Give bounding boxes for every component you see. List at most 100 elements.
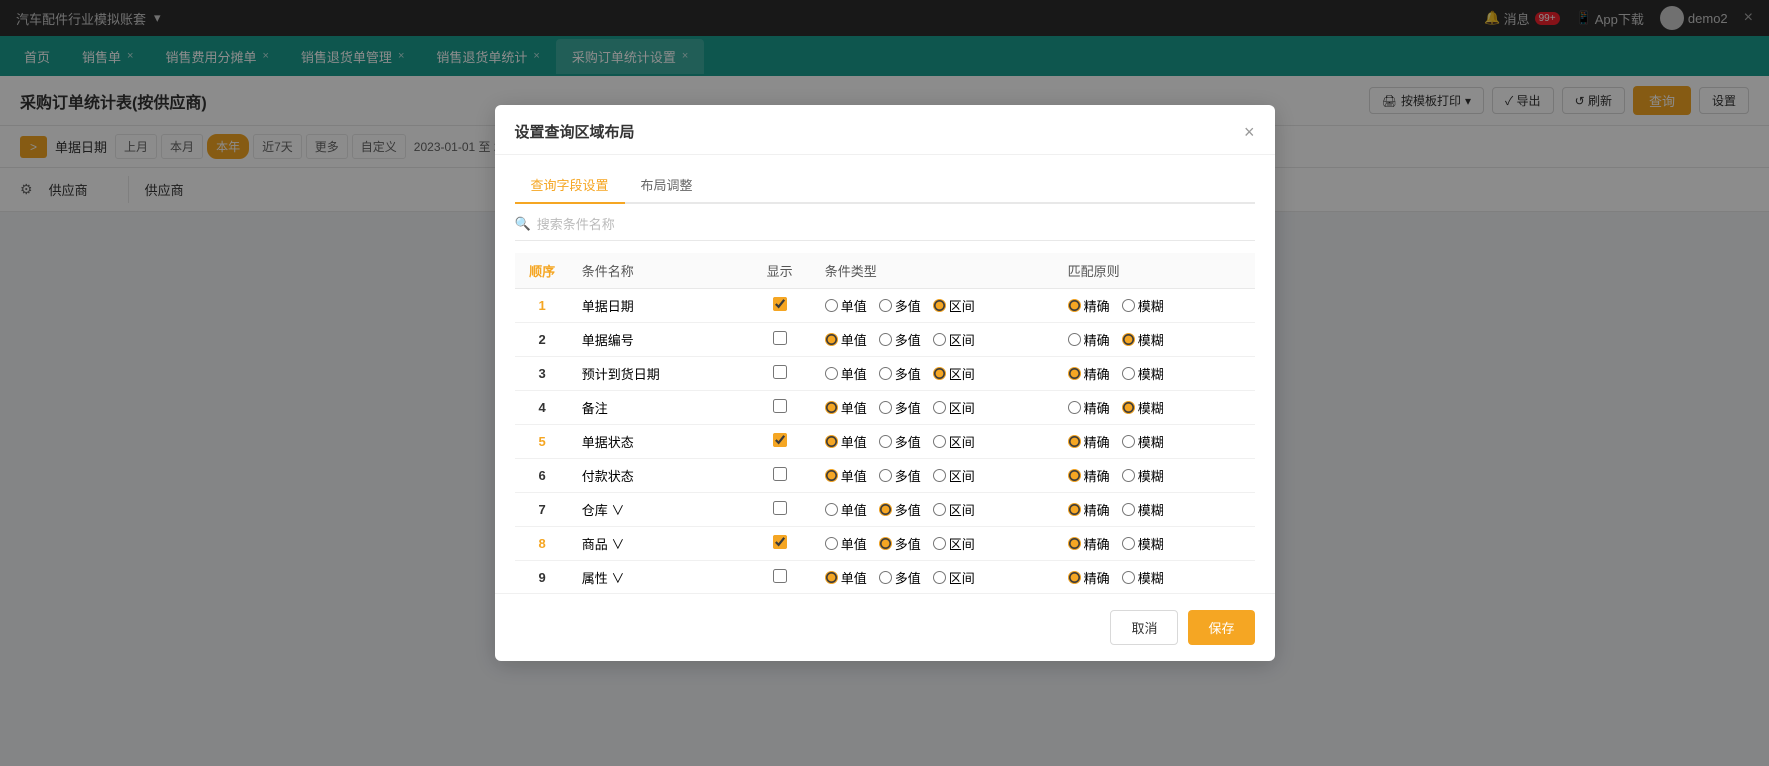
modal-close-button[interactable]: × [1244, 123, 1255, 141]
row-order: 8 [515, 527, 570, 561]
display-checkbox[interactable] [773, 399, 787, 413]
match-radio-item[interactable]: 模糊 [1122, 500, 1164, 519]
type-radio-item[interactable]: 区间 [933, 330, 975, 349]
match-radio-item[interactable]: 模糊 [1122, 296, 1164, 315]
row-display [746, 323, 812, 357]
row-name: 单据状态 [570, 425, 747, 459]
match-radio-item[interactable]: 模糊 [1122, 466, 1164, 485]
search-input[interactable] [537, 217, 1255, 232]
row-display [746, 289, 812, 323]
row-name: 仓库 ∨ [570, 493, 747, 527]
tab-query-fields[interactable]: 查询字段设置 [515, 167, 625, 204]
display-checkbox[interactable] [773, 467, 787, 481]
match-radio-item[interactable]: 模糊 [1122, 534, 1164, 553]
row-display [746, 459, 812, 493]
display-checkbox[interactable] [773, 569, 787, 583]
row-display [746, 527, 812, 561]
type-radio-item[interactable]: 多值 [879, 534, 921, 553]
row-name: 单据日期 [570, 289, 747, 323]
type-radio-item[interactable]: 单值 [825, 568, 867, 587]
tab-layout[interactable]: 布局调整 [625, 167, 709, 204]
row-display [746, 493, 812, 527]
row-order: 7 [515, 493, 570, 527]
match-radio-item[interactable]: 精确 [1068, 364, 1110, 383]
table-row: 7仓库 ∨ 单值多值区间 精确模糊 [515, 493, 1255, 527]
row-order: 9 [515, 561, 570, 594]
type-radio-item[interactable]: 单值 [825, 364, 867, 383]
row-name: 单据编号 [570, 323, 747, 357]
cancel-button[interactable]: 取消 [1110, 610, 1178, 645]
type-radio-item[interactable]: 区间 [933, 364, 975, 383]
type-radio-item[interactable]: 区间 [933, 398, 975, 417]
row-name: 预计到货日期 [570, 357, 747, 391]
match-radio-item[interactable]: 精确 [1068, 534, 1110, 553]
match-radio-item[interactable]: 精确 [1068, 466, 1110, 485]
type-radio-item[interactable]: 多值 [879, 296, 921, 315]
table-row: 9属性 ∨单值多值区间精确模糊 [515, 561, 1255, 594]
row-order: 1 [515, 289, 570, 323]
match-radio-item[interactable]: 模糊 [1122, 432, 1164, 451]
modal-tabs: 查询字段设置 布局调整 [515, 155, 1255, 204]
match-radio-item[interactable]: 精确 [1068, 568, 1110, 587]
modal: 设置查询区域布局 × 查询字段设置 布局调整 🔍 顺序 [495, 105, 1275, 661]
display-checkbox[interactable] [773, 535, 787, 549]
search-icon: 🔍 [515, 216, 531, 232]
th-order: 顺序 [515, 253, 570, 289]
match-radio-item[interactable]: 精确 [1068, 296, 1110, 315]
type-radio-item[interactable]: 多值 [879, 466, 921, 485]
type-radio-item[interactable]: 多值 [879, 432, 921, 451]
row-match: 精确模糊 [1056, 289, 1255, 323]
modal-title: 设置查询区域布局 [515, 121, 635, 142]
display-checkbox[interactable] [773, 297, 787, 311]
type-radio-item[interactable]: 区间 [933, 500, 975, 519]
modal-footer: 取消 保存 [495, 593, 1275, 661]
match-radio-item[interactable]: 精确 [1068, 432, 1110, 451]
th-type: 条件类型 [813, 253, 1056, 289]
row-type: 单值多值区间 [813, 527, 1056, 561]
match-radio-item[interactable]: 模糊 [1122, 330, 1164, 349]
row-match: 精确模糊 [1056, 527, 1255, 561]
match-radio-item[interactable]: 精确 [1068, 500, 1110, 519]
type-radio-item[interactable]: 区间 [933, 296, 975, 315]
type-radio-item[interactable]: 单值 [825, 466, 867, 485]
th-match: 匹配原则 [1056, 253, 1255, 289]
match-radio-item[interactable]: 模糊 [1122, 398, 1164, 417]
type-radio-item[interactable]: 单值 [825, 534, 867, 553]
type-radio-item[interactable]: 区间 [933, 432, 975, 451]
match-radio-item[interactable]: 模糊 [1122, 568, 1164, 587]
display-checkbox[interactable] [773, 365, 787, 379]
type-radio-item[interactable]: 单值 [825, 330, 867, 349]
row-name: 商品 ∨ [570, 527, 747, 561]
type-radio-item[interactable]: 多值 [879, 398, 921, 417]
row-match: 精确模糊 [1056, 425, 1255, 459]
save-button[interactable]: 保存 [1188, 610, 1254, 645]
display-checkbox[interactable] [773, 501, 787, 515]
type-radio-item[interactable]: 单值 [825, 296, 867, 315]
type-radio-item[interactable]: 区间 [933, 534, 975, 553]
table-row: 1单据日期单值多值区间精确模糊 [515, 289, 1255, 323]
row-display [746, 561, 812, 594]
type-radio-item[interactable]: 单值 [825, 432, 867, 451]
type-radio-item[interactable]: 多值 [879, 364, 921, 383]
display-checkbox[interactable] [773, 433, 787, 447]
row-match: 精确模糊 [1056, 357, 1255, 391]
modal-body: 查询字段设置 布局调整 🔍 顺序 条件名称 显示 条件类型 [495, 155, 1275, 593]
row-display [746, 391, 812, 425]
modal-overlay[interactable]: 设置查询区域布局 × 查询字段设置 布局调整 🔍 顺序 [0, 0, 1769, 766]
type-radio-item[interactable]: 单值 [825, 500, 867, 519]
match-radio-item[interactable]: 精确 [1068, 330, 1110, 349]
type-radio-item[interactable]: 单值 [825, 398, 867, 417]
type-radio-item[interactable]: 多值 [879, 500, 921, 519]
type-radio-item[interactable]: 多值 [879, 568, 921, 587]
modal-header: 设置查询区域布局 × [495, 105, 1275, 155]
table-row: 8商品 ∨单值多值区间精确模糊 [515, 527, 1255, 561]
type-radio-item[interactable]: 区间 [933, 466, 975, 485]
table-row: 5单据状态单值多值区间精确模糊 [515, 425, 1255, 459]
type-radio-item[interactable]: 区间 [933, 568, 975, 587]
match-radio-item[interactable]: 模糊 [1122, 364, 1164, 383]
type-radio-item[interactable]: 多值 [879, 330, 921, 349]
row-type: 单值多值区间 [813, 289, 1056, 323]
th-name: 条件名称 [570, 253, 747, 289]
match-radio-item[interactable]: 精确 [1068, 398, 1110, 417]
display-checkbox[interactable] [773, 331, 787, 345]
